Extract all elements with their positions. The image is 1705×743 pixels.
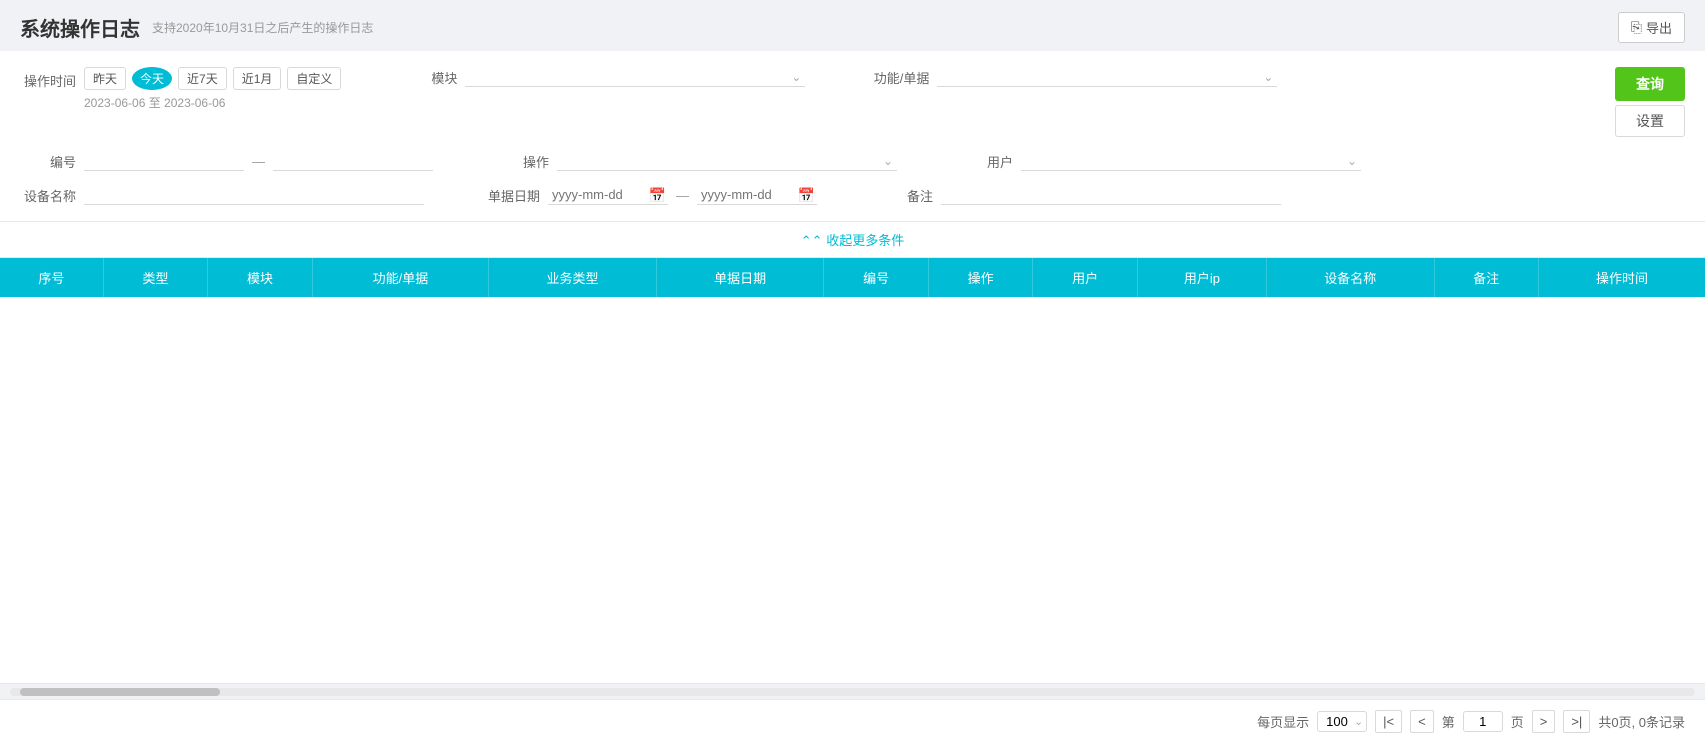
time-btn-7days[interactable]: 近7天 <box>178 67 227 90</box>
table-header-cell: 备注 <box>1434 258 1538 297</box>
page-input[interactable]: 1 <box>1463 711 1503 732</box>
data-table: 序号类型模块功能/单据业务类型单据日期编号操作用户用户ip设备名称备注操作时间 <box>0 258 1705 297</box>
table-header-cell: 业务类型 <box>489 258 657 297</box>
remark-input[interactable] <box>941 185 1281 205</box>
doc-date-from-wrapper: 📅 <box>548 185 668 205</box>
page-unit: 页 <box>1511 712 1524 731</box>
total-label: 共0页, 0条记录 <box>1598 712 1685 731</box>
export-label: 导出 <box>1646 18 1672 37</box>
scrollbar-area[interactable] <box>0 683 1705 699</box>
user-select-wrapper: ⌄ <box>1021 151 1361 171</box>
operation-label: 操作 <box>493 152 549 171</box>
table-header-cell: 用户 <box>1033 258 1137 297</box>
function-select-wrapper: ⌄ <box>937 67 1277 87</box>
page-size-wrapper: 50 100 200 500 ⌄ <box>1317 711 1367 732</box>
table-header-cell: 序号 <box>0 258 103 297</box>
time-btn-yesterday[interactable]: 昨天 <box>84 67 126 90</box>
remark-label: 备注 <box>877 186 933 205</box>
page-first-button[interactable]: |< <box>1375 710 1402 733</box>
settings-button[interactable]: 设置 <box>1615 105 1685 137</box>
calendar-from-icon[interactable]: 📅 <box>649 187 666 204</box>
table-header-cell: 设备名称 <box>1266 258 1434 297</box>
code-separator: — <box>252 154 265 169</box>
page-size-select[interactable]: 50 100 200 500 <box>1317 711 1367 732</box>
operation-input[interactable] <box>557 151 897 171</box>
table-header-cell: 功能/单据 <box>312 258 488 297</box>
code-from-input[interactable] <box>84 151 244 171</box>
page-next-button[interactable]: > <box>1532 710 1556 733</box>
export-button[interactable]: ⎘ 导出 <box>1618 12 1685 43</box>
table-header-cell: 操作 <box>928 258 1032 297</box>
collapse-icon: ⌃⌃ <box>801 233 823 248</box>
device-label: 设备名称 <box>20 186 76 205</box>
time-filter-group: 昨天 今天 近7天 近1月 自定义 2023-06-06 至 2023-06-0… <box>84 67 341 111</box>
query-button[interactable]: 查询 <box>1615 67 1685 101</box>
function-input[interactable] <box>937 67 1277 87</box>
scrollbar-thumb[interactable] <box>20 688 220 696</box>
time-btn-custom[interactable]: 自定义 <box>287 67 341 90</box>
collapse-bar[interactable]: ⌃⌃ 收起更多条件 <box>0 222 1705 258</box>
module-input[interactable] <box>465 67 805 87</box>
module-label: 模块 <box>401 68 457 87</box>
scrollbar-track <box>10 688 1695 696</box>
empty-area <box>0 297 1705 657</box>
collapse-label: 收起更多条件 <box>826 233 904 248</box>
code-label: 编号 <box>20 152 76 171</box>
code-to-input[interactable] <box>273 151 433 171</box>
page-title: 系统操作日志 <box>20 13 140 42</box>
filter-actions: 查询 设置 <box>1615 67 1685 137</box>
page-last-button[interactable]: >| <box>1563 710 1590 733</box>
time-btn-1month[interactable]: 近1月 <box>233 67 282 90</box>
function-label: 功能/单据 <box>865 68 929 87</box>
user-input[interactable] <box>1021 151 1361 171</box>
doc-date-label: 单据日期 <box>484 186 540 205</box>
time-range-text: 2023-06-06 至 2023-06-06 <box>84 94 341 111</box>
doc-date-separator: — <box>676 188 689 203</box>
time-btn-today[interactable]: 今天 <box>132 67 172 90</box>
pagination: 每页显示 50 100 200 500 ⌄ |< < 第 1 页 > >| 共0… <box>0 699 1705 743</box>
device-input[interactable] <box>84 185 424 205</box>
doc-date-to-wrapper: 📅 <box>697 185 817 205</box>
table-container: 序号类型模块功能/单据业务类型单据日期编号操作用户用户ip设备名称备注操作时间 <box>0 258 1705 683</box>
calendar-to-icon[interactable]: 📅 <box>798 187 815 204</box>
module-select-wrapper: ⌄ <box>465 67 805 87</box>
table-header-cell: 单据日期 <box>656 258 824 297</box>
table-header-row: 序号类型模块功能/单据业务类型单据日期编号操作用户用户ip设备名称备注操作时间 <box>0 258 1705 297</box>
page-size-label: 每页显示 <box>1257 712 1309 731</box>
filter-area: 操作时间 昨天 今天 近7天 近1月 自定义 2023-06-06 至 2023… <box>0 51 1705 222</box>
time-label: 操作时间 <box>20 71 76 90</box>
page-subtitle: 支持2020年10月31日之后产生的操作日志 <box>152 19 373 36</box>
table-header-cell: 类型 <box>103 258 207 297</box>
table-header-cell: 编号 <box>824 258 928 297</box>
table-header-cell: 用户ip <box>1137 258 1266 297</box>
user-label: 用户 <box>957 152 1013 171</box>
export-icon: ⎘ <box>1631 19 1642 36</box>
operation-select-wrapper: ⌄ <box>557 151 897 171</box>
table-header-cell: 模块 <box>208 258 312 297</box>
table-header-cell: 操作时间 <box>1539 258 1705 297</box>
page-label: 第 <box>1442 712 1455 731</box>
page-prev-button[interactable]: < <box>1410 710 1434 733</box>
